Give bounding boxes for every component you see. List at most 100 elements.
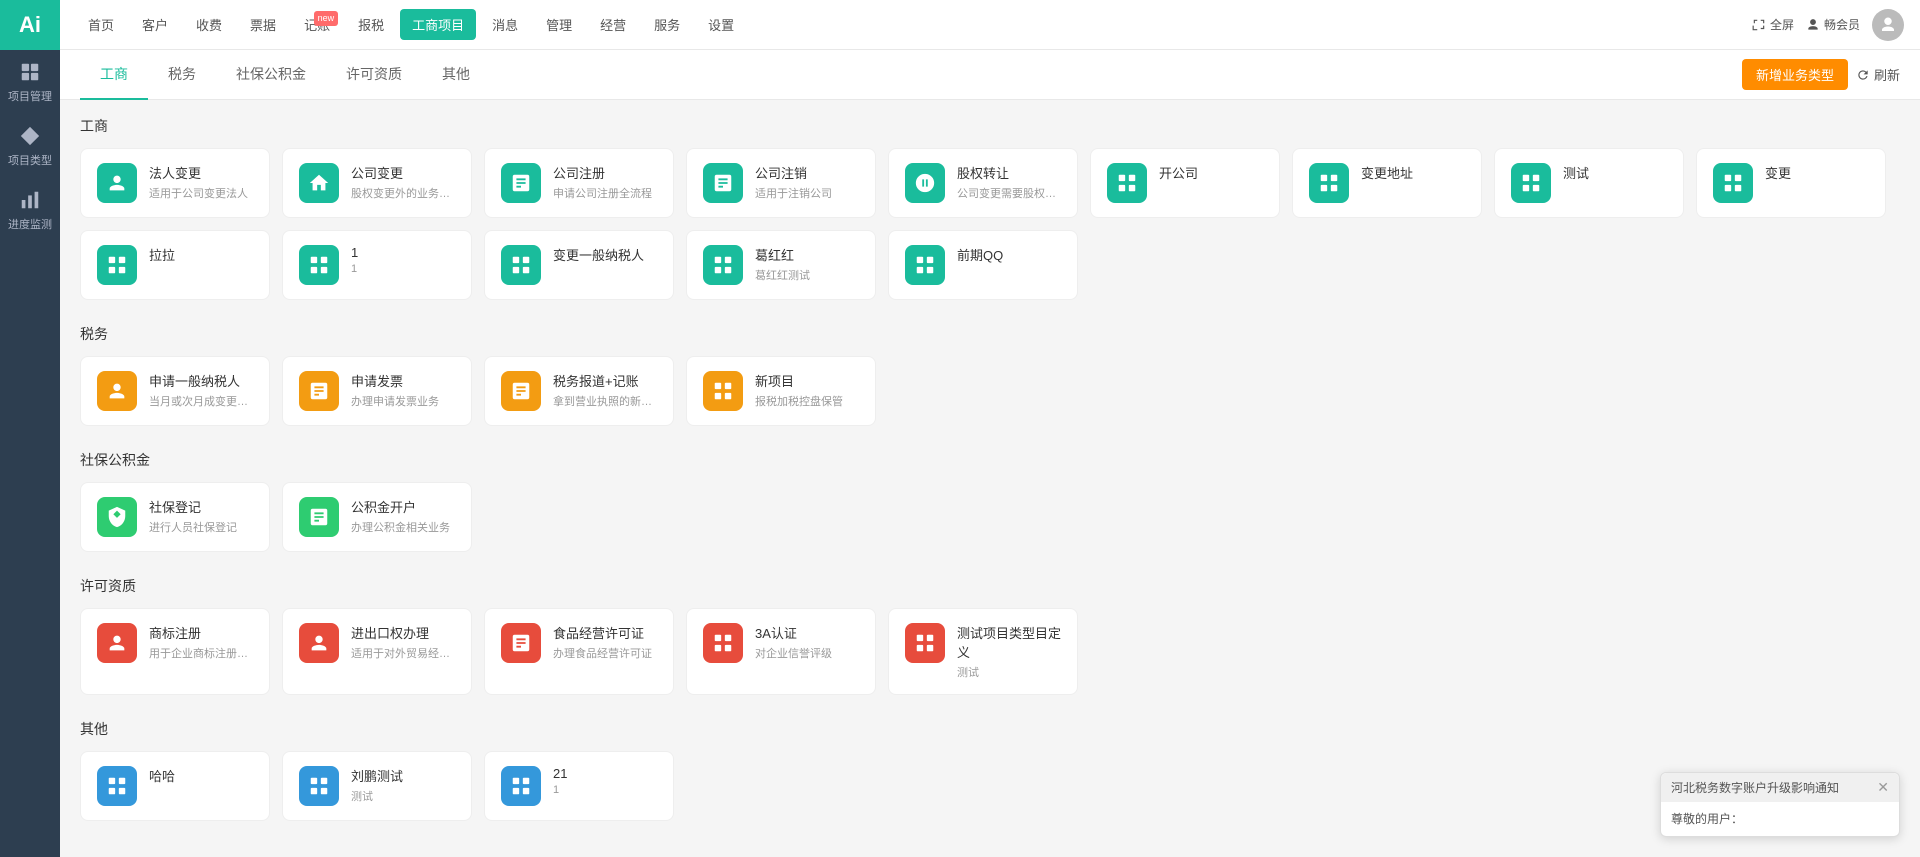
membership-button[interactable]: 畅会员 bbox=[1806, 16, 1860, 33]
nav-manage[interactable]: 管理 bbox=[534, 9, 584, 40]
card-text: 开公司 bbox=[1159, 163, 1263, 185]
card-text: 税务报道+记账 拿到营业执照的新公司 bbox=[553, 371, 657, 409]
card-import-export[interactable]: 进出口权办理 适用于对外贸易经营者 bbox=[282, 608, 472, 695]
card-apply-tax[interactable]: 申请一般纳税人 当月或次月成变更完成 bbox=[80, 356, 270, 426]
card-change-tax[interactable]: 变更一般纳税人 bbox=[484, 230, 674, 300]
sidebar-item-project-type[interactable]: 项目类型 bbox=[0, 114, 60, 178]
card-icon bbox=[905, 623, 945, 663]
card-3a-cert[interactable]: 3A认证 对企业信誉评级 bbox=[686, 608, 876, 695]
card-equity-transfer[interactable]: 股权转让 公司变更需要股权转让 bbox=[888, 148, 1078, 218]
card-lala[interactable]: 拉拉 bbox=[80, 230, 270, 300]
card-icon bbox=[1511, 163, 1551, 203]
fullscreen-button[interactable]: 全屏 bbox=[1752, 16, 1794, 33]
card-company-register[interactable]: 公司注册 申请公司注册全流程 bbox=[484, 148, 674, 218]
card-desc: 1 bbox=[351, 263, 455, 275]
avatar[interactable] bbox=[1872, 9, 1904, 41]
card-text: 公司变更 股权变更外的业务变更 bbox=[351, 163, 455, 201]
sidebar-item-progress-monitor[interactable]: 进度监测 bbox=[0, 178, 60, 242]
card-change1[interactable]: 变更 bbox=[1696, 148, 1886, 218]
subtab-license[interactable]: 许可资质 bbox=[326, 50, 422, 100]
card-text: 1 1 bbox=[351, 245, 455, 275]
card-pre-qq[interactable]: 前期QQ bbox=[888, 230, 1078, 300]
section-title-tax: 税务 bbox=[80, 324, 1900, 344]
main-area: 首页 客户 收费 票据 记账 new 报税 工商项目 消息 管理 经营 服务 设… bbox=[60, 0, 1920, 857]
card-desc: 办理食品经营许可证 bbox=[553, 645, 657, 661]
card-desc: 申请公司注册全流程 bbox=[553, 185, 657, 201]
subtab-tax[interactable]: 税务 bbox=[148, 50, 216, 100]
card-text: 申请一般纳税人 当月或次月成变更完成 bbox=[149, 371, 253, 409]
nav-industry[interactable]: 工商项目 bbox=[400, 9, 476, 40]
sidebar-item-project-mgmt[interactable]: 项目管理 bbox=[0, 50, 60, 114]
card-text: 股权转让 公司变更需要股权转让 bbox=[957, 163, 1061, 201]
sidebar-item-label: 项目管理 bbox=[8, 88, 52, 104]
card-gehonghong[interactable]: 葛红红 葛红红测试 bbox=[686, 230, 876, 300]
card-new-project[interactable]: 新项目 报税加税控盘保管 bbox=[686, 356, 876, 426]
card-trademark[interactable]: 商标注册 用于企业商标注册服务 bbox=[80, 608, 270, 695]
card-icon bbox=[501, 163, 541, 203]
card-title: 食品经营许可证 bbox=[553, 623, 657, 642]
card-tax-report[interactable]: 税务报道+记账 拿到营业执照的新公司 bbox=[484, 356, 674, 426]
card-desc: 报税加税控盘保管 bbox=[755, 393, 859, 409]
card-liupeng-test[interactable]: 刘鹏测试 测试 bbox=[282, 751, 472, 821]
card-haha[interactable]: 哈哈 bbox=[80, 751, 270, 821]
card-text: 变更 bbox=[1765, 163, 1869, 185]
card-icon bbox=[299, 766, 339, 806]
card-food-license[interactable]: 食品经营许可证 办理食品经营许可证 bbox=[484, 608, 674, 695]
card-social-register[interactable]: 社保登记 进行人员社保登记 bbox=[80, 482, 270, 552]
notification-close-button[interactable]: ✕ bbox=[1877, 779, 1889, 796]
card-open-company[interactable]: 开公司 bbox=[1090, 148, 1280, 218]
notification-body: 尊敬的用户： bbox=[1661, 802, 1899, 836]
nav-operation[interactable]: 经营 bbox=[588, 9, 638, 40]
card-icon bbox=[501, 623, 541, 663]
subtab-other[interactable]: 其他 bbox=[422, 50, 490, 100]
card-icon bbox=[905, 245, 945, 285]
nav-message[interactable]: 消息 bbox=[480, 9, 530, 40]
card-icon bbox=[703, 623, 743, 663]
refresh-button[interactable]: 刷新 bbox=[1856, 65, 1900, 84]
card-desc: 适用于对外贸易经营者 bbox=[351, 645, 455, 661]
cards-grid-license: 商标注册 用于企业商标注册服务 进出口权办理 适用于对外贸易经营者 bbox=[80, 608, 1900, 695]
card-title: 变更地址 bbox=[1361, 163, 1465, 182]
card-num21[interactable]: 21 1 bbox=[484, 751, 674, 821]
sidebar-item-label: 项目类型 bbox=[8, 152, 52, 168]
card-num1[interactable]: 1 1 bbox=[282, 230, 472, 300]
subtab-industry[interactable]: 工商 bbox=[80, 50, 148, 100]
content-body: 工商 法人变更 适用于公司变更法人 bbox=[60, 100, 1920, 857]
section-title-industry: 工商 bbox=[80, 116, 1900, 136]
nav-billing[interactable]: 收费 bbox=[184, 9, 234, 40]
card-title: 开公司 bbox=[1159, 163, 1263, 182]
card-title: 哈哈 bbox=[149, 766, 253, 785]
card-test-project[interactable]: 测试项目类型目定义 测试 bbox=[888, 608, 1078, 695]
card-text: 新项目 报税加税控盘保管 bbox=[755, 371, 859, 409]
card-desc: 当月或次月成变更完成 bbox=[149, 393, 253, 409]
card-icon bbox=[1107, 163, 1147, 203]
nav-accounting[interactable]: 记账 new bbox=[292, 9, 342, 40]
nav-tax[interactable]: 报税 bbox=[346, 9, 396, 40]
card-desc: 葛红红测试 bbox=[755, 267, 859, 283]
card-legal-change[interactable]: 法人变更 适用于公司变更法人 bbox=[80, 148, 270, 218]
card-company-change[interactable]: 公司变更 股权变更外的业务变更 bbox=[282, 148, 472, 218]
card-icon bbox=[97, 163, 137, 203]
card-company-cancel[interactable]: 公司注销 适用于注销公司 bbox=[686, 148, 876, 218]
card-change-address[interactable]: 变更地址 bbox=[1292, 148, 1482, 218]
card-icon bbox=[97, 371, 137, 411]
card-desc: 办理申请发票业务 bbox=[351, 393, 455, 409]
card-fund-open[interactable]: 公积金开户 办理公积金相关业务 bbox=[282, 482, 472, 552]
sub-tabs: 工商 税务 社保公积金 许可资质 其他 新增业务类型 刷新 bbox=[60, 50, 1920, 100]
nav-settings[interactable]: 设置 bbox=[696, 9, 746, 40]
card-text: 进出口权办理 适用于对外贸易经营者 bbox=[351, 623, 455, 661]
card-icon bbox=[1309, 163, 1349, 203]
card-test1[interactable]: 测试 bbox=[1494, 148, 1684, 218]
card-text: 3A认证 对企业信誉评级 bbox=[755, 623, 859, 661]
nav-home[interactable]: 首页 bbox=[76, 9, 126, 40]
nav-ticket[interactable]: 票据 bbox=[238, 9, 288, 40]
card-title: 变更 bbox=[1765, 163, 1869, 182]
nav-customer[interactable]: 客户 bbox=[130, 9, 180, 40]
card-icon bbox=[299, 371, 339, 411]
card-desc: 办理公积金相关业务 bbox=[351, 519, 455, 535]
subtab-social-fund[interactable]: 社保公积金 bbox=[216, 50, 326, 100]
card-apply-invoice[interactable]: 申请发票 办理申请发票业务 bbox=[282, 356, 472, 426]
nav-service[interactable]: 服务 bbox=[642, 9, 692, 40]
add-business-type-button[interactable]: 新增业务类型 bbox=[1742, 59, 1848, 90]
sidebar-item-label: 进度监测 bbox=[8, 216, 52, 232]
